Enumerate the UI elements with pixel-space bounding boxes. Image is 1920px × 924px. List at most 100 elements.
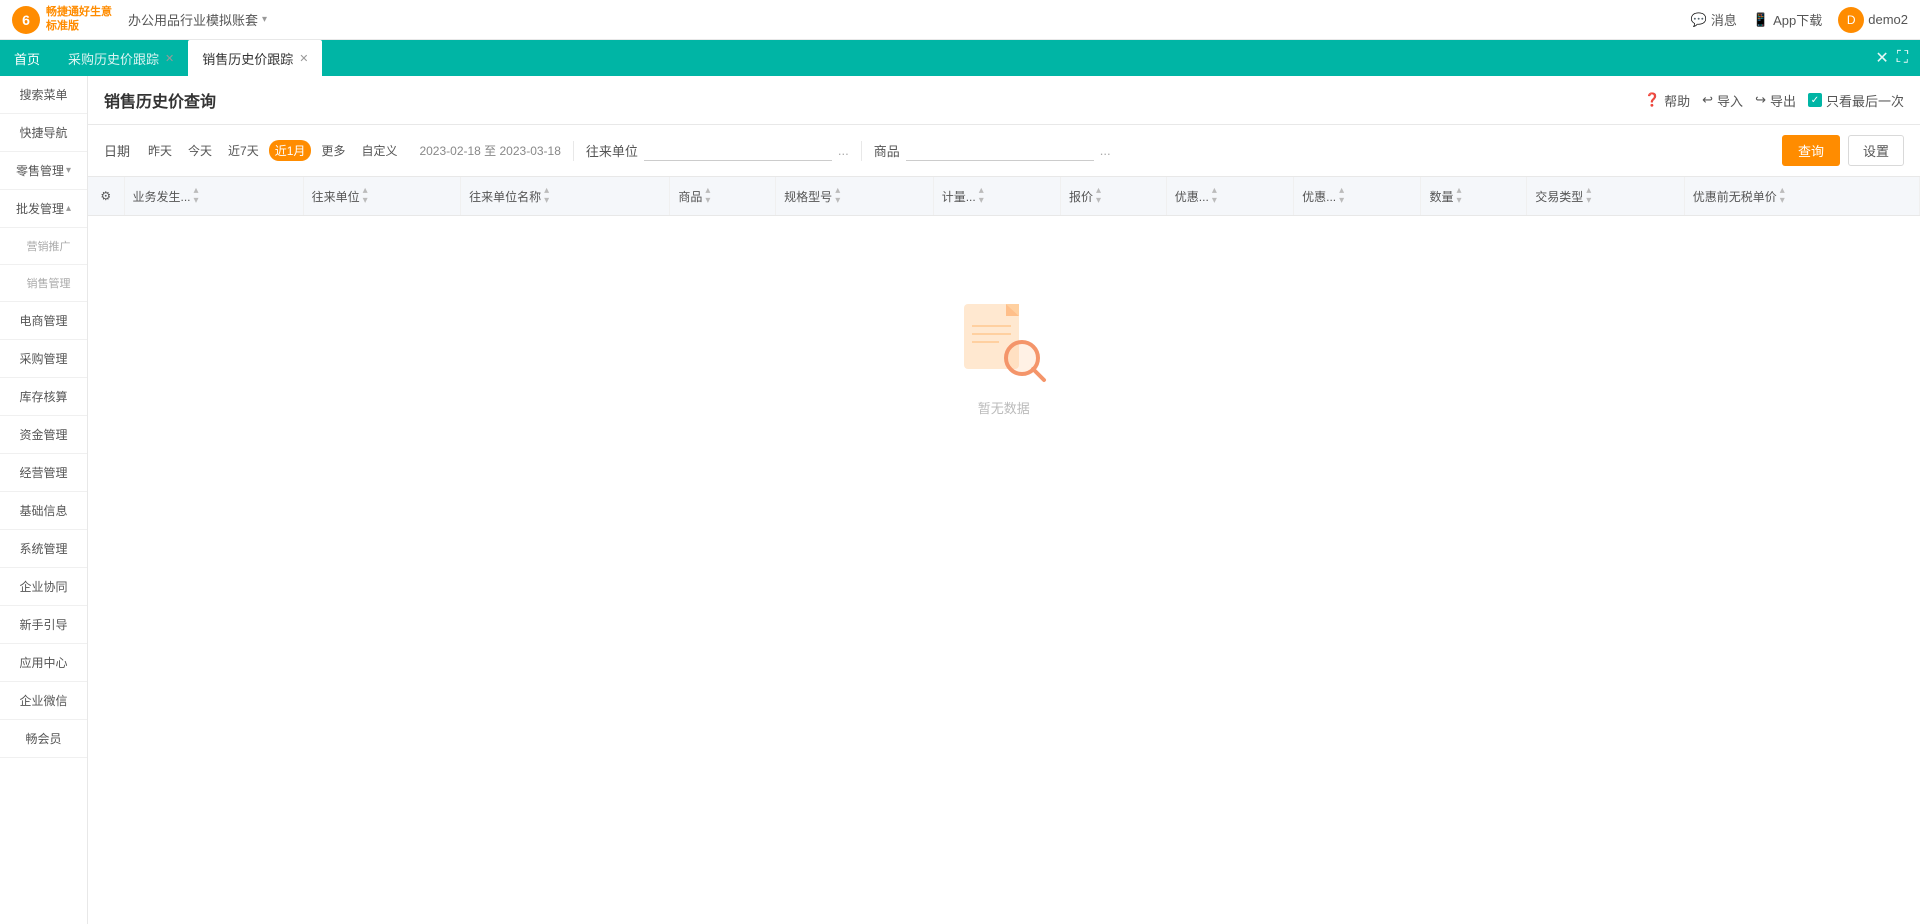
col-unit[interactable]: 计量... ▴▾ [933, 177, 1060, 216]
partner-filter-dots[interactable]: ... [838, 143, 849, 158]
date-opt-more[interactable]: 更多 [315, 140, 351, 161]
settings-button[interactable]: 设置 [1848, 135, 1904, 166]
table-wrapper: ⚙ 业务发生... ▴▾ 往来单位 ▴▾ [88, 177, 1920, 924]
empty-icon [954, 296, 1054, 386]
col-partner-name[interactable]: 往来单位名称 ▴▾ [461, 177, 670, 216]
export-action[interactable]: ↪ 导出 [1755, 91, 1796, 110]
page-title: 销售历史价查询 [104, 88, 216, 112]
content-area: 销售历史价查询 ❓ 帮助 ↩ 导入 ↪ 导出 [88, 76, 1920, 924]
sort-icon: ▴▾ [363, 186, 368, 206]
top-bar: 6 畅捷通好生意 标准版 办公用品行业模拟账套 ▾ 💬 消息 📱 App下载 D… [0, 0, 1920, 40]
close-sales-history-tab[interactable]: ✕ [299, 52, 308, 65]
top-bar-left: 6 畅捷通好生意 标准版 办公用品行业模拟账套 ▾ [12, 6, 275, 34]
sidebar-item-sales-mgmt[interactable]: 销售管理 [0, 265, 87, 302]
sidebar-item-new-guide[interactable]: 新手引导 [0, 606, 87, 644]
filter-divider-2 [861, 141, 862, 161]
col-product[interactable]: 商品 ▴▾ [670, 177, 776, 216]
tab-sales-history[interactable]: 销售历史价跟踪 ✕ [188, 40, 322, 76]
date-opt-custom[interactable]: 自定义 [355, 140, 403, 161]
settings-icon[interactable]: ⚙ [100, 189, 111, 203]
export-icon: ↪ [1755, 92, 1766, 108]
only-last-checkbox[interactable]: ✓ [1808, 93, 1822, 107]
main-layout: 搜索菜单 快捷导航 零售管理 ▾ 批发管理 ▴ 营销推广 销售管理 电商管理 采… [0, 76, 1920, 924]
empty-text: 暂无数据 [978, 398, 1030, 417]
filter-divider-1 [573, 141, 574, 161]
filter-actions: 查询 设置 [1782, 135, 1904, 166]
tab-purchase-history[interactable]: 采购历史价跟踪 ✕ [54, 40, 188, 76]
download-icon: 📱 [1753, 12, 1769, 28]
sidebar-item-purchase-mgmt[interactable]: 采购管理 [0, 340, 87, 378]
sidebar-item-marketing-promo[interactable]: 营销推广 [0, 228, 87, 265]
tab-home[interactable]: 首页 [0, 40, 54, 76]
product-filter-group: 商品 ... [874, 141, 1111, 161]
page-header-actions: ❓ 帮助 ↩ 导入 ↪ 导出 ✓ 只看最后一 [1644, 91, 1904, 110]
sidebar-item-enterprise-collab[interactable]: 企业协同 [0, 568, 87, 606]
top-bar-right: 💬 消息 📱 App下载 D demo2 [1691, 7, 1908, 33]
date-opt-last7days[interactable]: 近7天 [222, 140, 265, 161]
sidebar-item-basic-info[interactable]: 基础信息 [0, 492, 87, 530]
tab-bar: 首页 采购历史价跟踪 ✕ 销售历史价跟踪 ✕ ✕ ⛶ [0, 40, 1920, 76]
product-filter-input[interactable] [906, 141, 1094, 161]
date-filter-label: 日期 [104, 141, 130, 160]
message-action[interactable]: 💬 消息 [1691, 10, 1737, 29]
sidebar-item-retail-mgmt[interactable]: 零售管理 ▾ [0, 152, 87, 190]
query-button[interactable]: 查询 [1782, 135, 1840, 166]
empty-state: 暂无数据 [88, 216, 1920, 497]
col-discount1[interactable]: 优惠... ▴▾ [1166, 177, 1293, 216]
col-discount2[interactable]: 优惠... ▴▾ [1294, 177, 1421, 216]
sort-icon: ▴▾ [1780, 186, 1785, 206]
sidebar-item-search-menu[interactable]: 搜索菜单 [0, 76, 87, 114]
sidebar-item-operations-mgmt[interactable]: 经营管理 [0, 454, 87, 492]
col-quote[interactable]: 报价 ▴▾ [1061, 177, 1167, 216]
empty-illustration [954, 296, 1054, 386]
sidebar-item-member[interactable]: 畅会员 [0, 720, 87, 758]
sidebar-item-wholesale-mgmt[interactable]: 批发管理 ▴ [0, 190, 87, 228]
import-action[interactable]: ↩ 导入 [1702, 91, 1743, 110]
sidebar-item-system-mgmt[interactable]: 系统管理 [0, 530, 87, 568]
sort-icon: ▴▾ [194, 186, 199, 206]
tab-actions: ✕ ⛶ [1875, 48, 1920, 68]
logo-area: 6 畅捷通好生意 标准版 [12, 6, 112, 34]
user-action[interactable]: D demo2 [1838, 7, 1908, 33]
col-biz-date[interactable]: 业务发生... ▴▾ [124, 177, 303, 216]
date-opt-last1month[interactable]: 近1月 [269, 140, 312, 161]
date-opt-today[interactable]: 今天 [182, 140, 218, 161]
col-pre-tax-price[interactable]: 优惠前无税单价 ▴▾ [1684, 177, 1919, 216]
sort-icon: ▴▾ [1339, 186, 1344, 206]
sidebar-item-inventory-check[interactable]: 库存核算 [0, 378, 87, 416]
sidebar-item-finance-mgmt[interactable]: 资金管理 [0, 416, 87, 454]
date-options: 昨天 今天 近7天 近1月 更多 自定义 [142, 140, 403, 161]
col-spec[interactable]: 规格型号 ▴▾ [776, 177, 934, 216]
sidebar-item-quick-nav[interactable]: 快捷导航 [0, 114, 87, 152]
sidebar: 搜索菜单 快捷导航 零售管理 ▾ 批发管理 ▴ 营销推广 销售管理 电商管理 采… [0, 76, 88, 924]
sort-icon: ▴▾ [705, 186, 710, 206]
logo-text: 畅捷通好生意 标准版 [46, 6, 112, 32]
close-purchase-history-tab[interactable]: ✕ [165, 52, 174, 65]
help-action[interactable]: ❓ 帮助 [1644, 91, 1690, 110]
sort-icon: ▴▾ [1096, 186, 1101, 206]
sort-icon: ▴▾ [979, 186, 984, 206]
help-icon: ❓ [1644, 92, 1660, 108]
product-filter-dots[interactable]: ... [1100, 143, 1111, 158]
maximize-icon[interactable]: ⛶ [1897, 49, 1908, 67]
only-last-checkbox-label[interactable]: ✓ 只看最后一次 [1808, 91, 1904, 110]
chevron-up-icon: ▴ [66, 203, 71, 214]
col-settings[interactable]: ⚙ [88, 177, 124, 216]
logo-icon: 6 [12, 6, 40, 34]
sidebar-item-ecommerce-mgmt[interactable]: 电商管理 [0, 302, 87, 340]
close-all-tabs-icon[interactable]: ✕ [1875, 48, 1888, 68]
workspace-selector[interactable]: 办公用品行业模拟账套 ▾ [120, 10, 275, 29]
partner-filter-input[interactable] [644, 141, 832, 161]
page-title-row: 销售历史价查询 ❓ 帮助 ↩ 导入 ↪ 导出 [104, 88, 1904, 112]
avatar: D [1838, 7, 1864, 33]
col-trade-type[interactable]: 交易类型 ▴▾ [1527, 177, 1685, 216]
col-partner-code[interactable]: 往来单位 ▴▾ [303, 177, 461, 216]
sidebar-item-enterprise-wechat[interactable]: 企业微信 [0, 682, 87, 720]
product-filter-label: 商品 [874, 141, 900, 160]
col-quantity[interactable]: 数量 ▴▾ [1421, 177, 1527, 216]
sidebar-item-app-center[interactable]: 应用中心 [0, 644, 87, 682]
date-opt-yesterday[interactable]: 昨天 [142, 140, 178, 161]
app-download-action[interactable]: 📱 App下载 [1753, 10, 1822, 29]
filter-bar: 日期 昨天 今天 近7天 近1月 更多 自定义 2023-02-18 至 202… [88, 125, 1920, 177]
chevron-down-icon: ▾ [66, 165, 71, 176]
